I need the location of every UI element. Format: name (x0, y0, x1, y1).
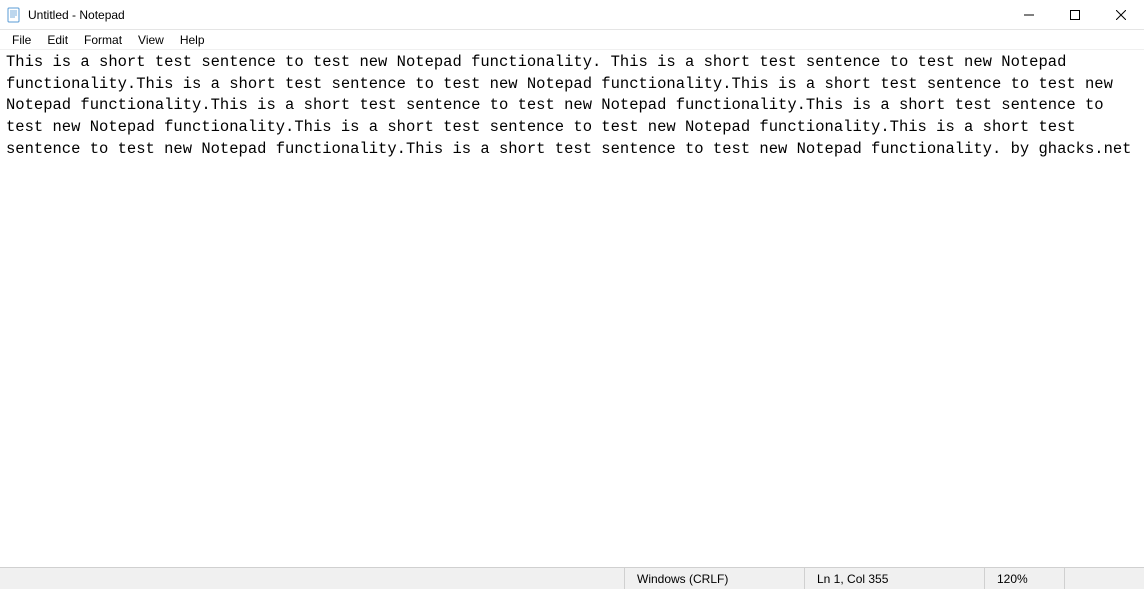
status-line-ending: Windows (CRLF) (624, 568, 804, 589)
text-editor[interactable]: This is a short test sentence to test ne… (0, 50, 1144, 567)
menu-view[interactable]: View (130, 31, 172, 49)
menu-format[interactable]: Format (76, 31, 130, 49)
status-cursor-position: Ln 1, Col 355 (804, 568, 984, 589)
menu-file[interactable]: File (4, 31, 39, 49)
menu-edit[interactable]: Edit (39, 31, 76, 49)
status-zoom: 120% (984, 568, 1064, 589)
close-button[interactable] (1098, 0, 1144, 29)
window-controls (1006, 0, 1144, 29)
statusbar: Windows (CRLF) Ln 1, Col 355 120% (0, 567, 1144, 589)
maximize-button[interactable] (1052, 0, 1098, 29)
window-title: Untitled - Notepad (28, 8, 125, 22)
titlebar: Untitled - Notepad (0, 0, 1144, 30)
status-extra (1064, 568, 1144, 589)
menubar: File Edit Format View Help (0, 30, 1144, 50)
minimize-button[interactable] (1006, 0, 1052, 29)
notepad-icon (6, 7, 22, 23)
menu-help[interactable]: Help (172, 31, 213, 49)
titlebar-left: Untitled - Notepad (6, 7, 125, 23)
